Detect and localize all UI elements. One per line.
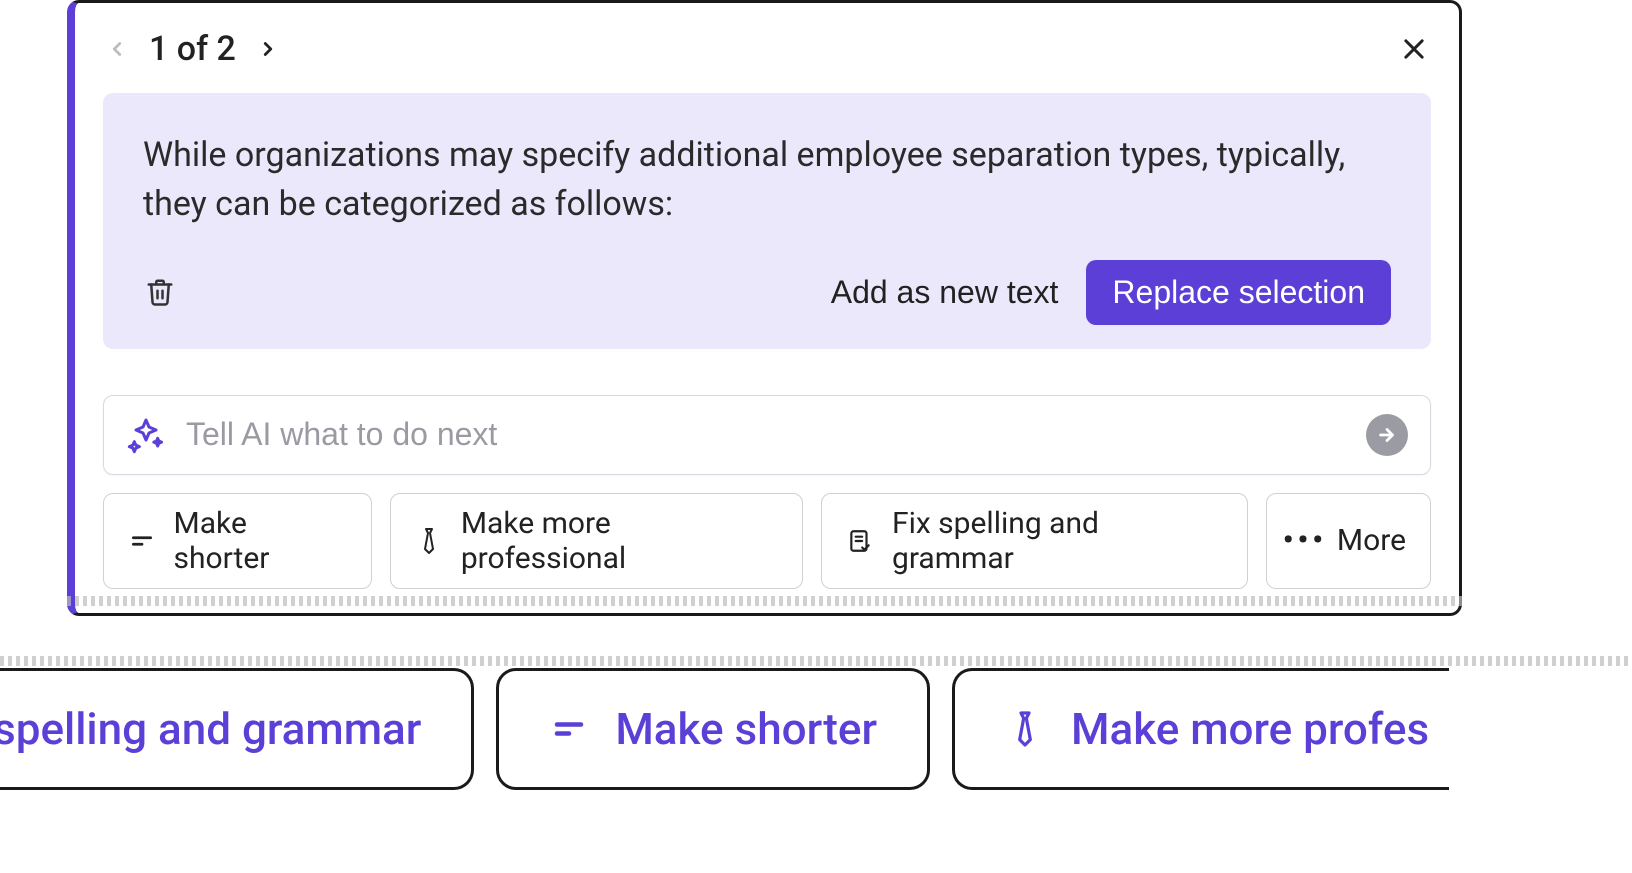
chip-label: Fix spelling and grammar bbox=[892, 506, 1223, 576]
chip-make-professional[interactable]: Make more professional bbox=[390, 493, 803, 589]
shorten-icon bbox=[128, 527, 156, 555]
suggestion-actions: Add as new text Replace selection bbox=[143, 260, 1391, 325]
decorative-hatch bbox=[67, 596, 1462, 606]
chip-label: Make more profes bbox=[1071, 703, 1429, 755]
panel-header: 1 of 2 bbox=[103, 29, 1431, 69]
tie-icon bbox=[1005, 709, 1045, 749]
bottom-chips-row: x spelling and grammar Make shorter Make… bbox=[0, 668, 1632, 790]
big-chip-fix-spelling[interactable]: x spelling and grammar bbox=[0, 668, 474, 790]
replace-selection-button[interactable]: Replace selection bbox=[1086, 260, 1391, 325]
chip-label: Make shorter bbox=[174, 506, 348, 576]
chip-label: Make shorter bbox=[615, 703, 877, 755]
pager-label: 1 of 2 bbox=[149, 29, 236, 69]
shorten-icon bbox=[549, 709, 589, 749]
more-icon: ••• bbox=[1291, 527, 1319, 555]
send-icon[interactable] bbox=[1366, 414, 1408, 456]
ai-prompt-input-wrap[interactable] bbox=[103, 395, 1431, 475]
ai-prompt-input[interactable] bbox=[186, 416, 1346, 453]
suggestion-text: While organizations may specify addition… bbox=[143, 131, 1391, 230]
chip-label: x spelling and grammar bbox=[0, 703, 421, 755]
add-as-new-text-button[interactable]: Add as new text bbox=[831, 274, 1059, 311]
sparkle-icon bbox=[126, 415, 166, 455]
chevron-left-icon bbox=[103, 35, 131, 63]
pager: 1 of 2 bbox=[103, 29, 282, 69]
chip-label: More bbox=[1337, 523, 1406, 558]
chip-make-shorter[interactable]: Make shorter bbox=[103, 493, 372, 589]
suggestion-box: While organizations may specify addition… bbox=[103, 93, 1431, 349]
ai-suggestion-panel: 1 of 2 While organizations may specify a… bbox=[67, 0, 1462, 616]
trash-icon[interactable] bbox=[143, 275, 177, 309]
chevron-right-icon[interactable] bbox=[254, 35, 282, 63]
chip-label: Make more professional bbox=[461, 506, 779, 576]
chip-fix-spelling[interactable]: Fix spelling and grammar bbox=[821, 493, 1247, 589]
suggestion-chips-row: Make shorter Make more professional Fix … bbox=[103, 493, 1431, 589]
decorative-hatch bbox=[0, 656, 1632, 666]
spellcheck-icon bbox=[846, 527, 874, 555]
big-chip-make-professional[interactable]: Make more profes bbox=[952, 668, 1449, 790]
big-chip-make-shorter[interactable]: Make shorter bbox=[496, 668, 930, 790]
chip-more[interactable]: ••• More bbox=[1266, 493, 1431, 589]
close-icon[interactable] bbox=[1397, 32, 1431, 66]
tie-icon bbox=[415, 527, 443, 555]
